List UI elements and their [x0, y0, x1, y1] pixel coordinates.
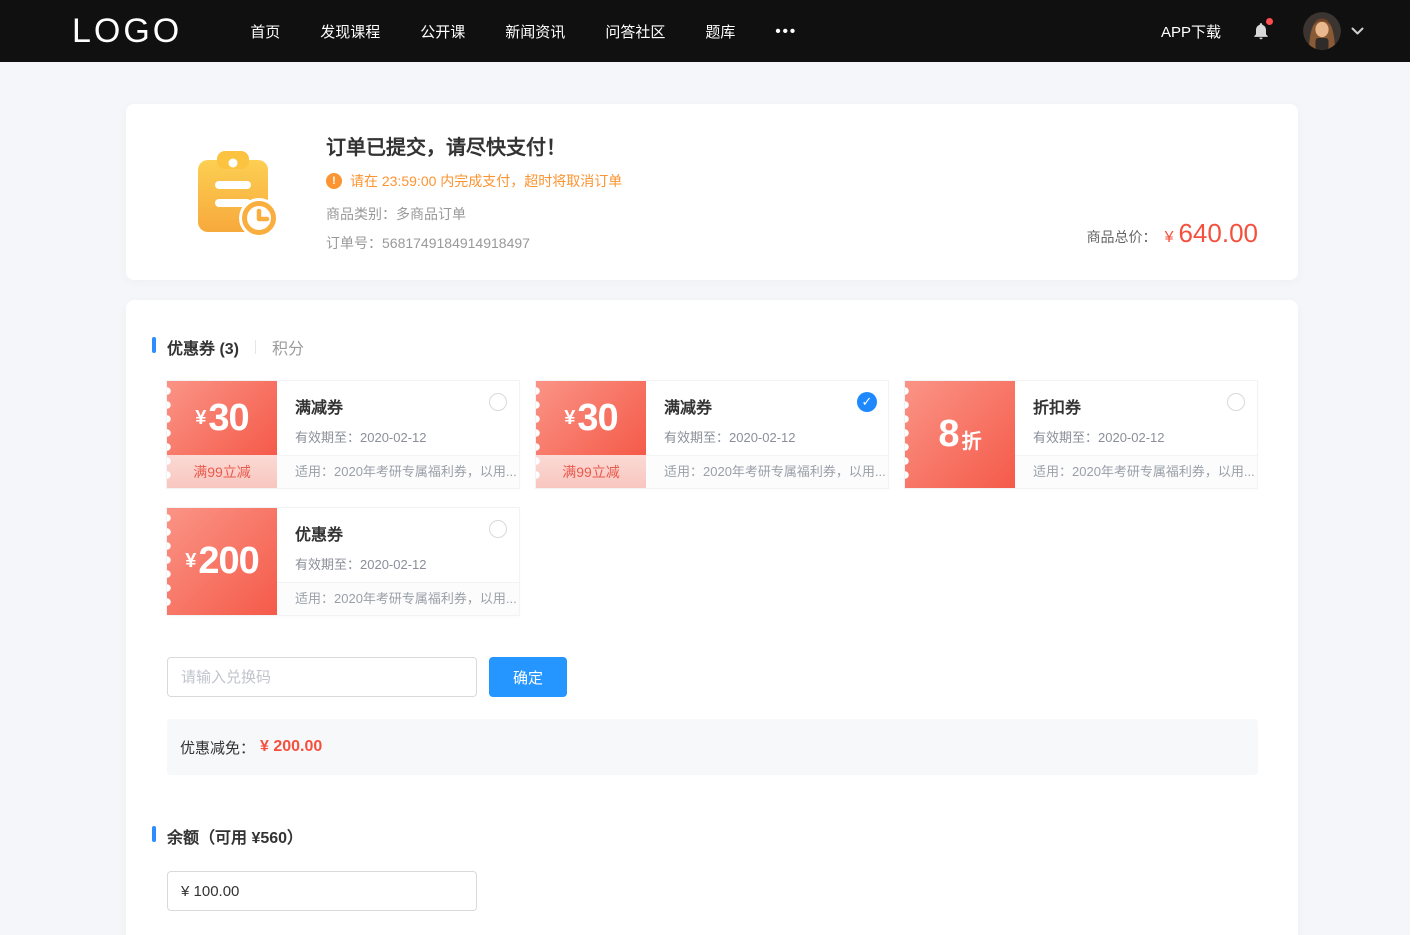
order-warning-text: 请在 23:59:00 内完成支付，超时将取消订单 [350, 171, 622, 191]
coupon-value-stub: 8 折 [905, 381, 1015, 488]
notification-bell-icon[interactable] [1251, 20, 1271, 42]
notification-badge-dot [1266, 18, 1273, 25]
order-total-label: 商品总价： [1087, 227, 1157, 247]
coupon-value-stub: ¥ 200 [167, 508, 277, 615]
coupon-scope: 适用：2020年考研专属福利券，以用... [1015, 455, 1257, 488]
order-number-value: 5681749184914918497 [382, 235, 530, 251]
nav-item-qa-community[interactable]: 问答社区 [605, 21, 665, 42]
redeem-confirm-button[interactable]: 确定 [489, 657, 567, 697]
warning-icon: ! [326, 173, 342, 189]
coupon-card[interactable]: ¥ 30 满99立减 满减券 有效期至：2020-02-12 适用：2020年考… [167, 381, 519, 488]
coupon-condition-badge: 满99立减 [167, 455, 277, 488]
coupon-scope: 适用：2020年考研专属福利券，以用... [277, 582, 519, 615]
coupon-validity: 有效期至：2020-02-12 [295, 554, 505, 573]
scrollbar-track[interactable] [1410, 0, 1424, 935]
order-info: 订单已提交，请尽快支付！ ! 请在 23:59:00 内完成支付，超时将取消订单… [326, 131, 622, 253]
nav-item-news[interactable]: 新闻资讯 [505, 21, 565, 42]
redeem-code-input[interactable] [167, 657, 477, 697]
currency-symbol: ¥ [1165, 229, 1174, 247]
redeem-code-row: 确定 [167, 657, 1258, 697]
nav-right: APP下载 [1161, 12, 1364, 50]
order-category-value: 多商品订单 [396, 206, 466, 222]
balance-amount-input[interactable] [167, 871, 477, 911]
coupon-radio[interactable] [489, 393, 507, 411]
page-content: 订单已提交，请尽快支付！ ! 请在 23:59:00 内完成支付，超时将取消订单… [126, 104, 1298, 935]
nav-item-more-icon[interactable]: ••• [775, 23, 797, 40]
balance-section-title: 余额（可用 ¥560） [167, 824, 1258, 848]
coupon-radio[interactable] [489, 520, 507, 538]
coupon-selected-check-icon[interactable]: ✓ [857, 392, 877, 412]
top-nav: LOGO 首页 发现课程 公开课 新闻资讯 问答社区 题库 ••• APP下载 [0, 0, 1424, 62]
discount-summary-bar: 优惠减免： ¥ 200.00 [167, 719, 1258, 775]
order-number-row: 订单号：5681749184914918497 [326, 233, 622, 253]
coupon-grid: ¥ 30 满99立减 满减券 有效期至：2020-02-12 适用：2020年考… [167, 381, 1258, 615]
coupon-radio[interactable] [1227, 393, 1245, 411]
nav-item-home[interactable]: 首页 [250, 21, 280, 42]
coupon-value-stub: ¥ 30 满99立减 [167, 381, 277, 488]
order-warning: ! 请在 23:59:00 内完成支付，超时将取消订单 [326, 171, 622, 191]
order-category-row: 商品类别：多商品订单 [326, 204, 622, 224]
order-title: 订单已提交，请尽快支付！ [326, 131, 622, 160]
order-total: 商品总价： ¥ 640.00 [1087, 218, 1258, 249]
nav-item-open-classes[interactable]: 公开课 [420, 21, 465, 42]
coupon-card[interactable]: ¥ 200 优惠券 有效期至：2020-02-12 适用：2020年考研专属福利… [167, 508, 519, 615]
coupon-validity: 有效期至：2020-02-12 [1033, 427, 1243, 446]
coupon-title: 满减券 [295, 394, 505, 418]
coupon-title: 优惠券 [295, 521, 505, 545]
coupon-scope: 适用：2020年考研专属福利券，以用... [277, 455, 519, 488]
coupon-title: 满减券 [664, 394, 874, 418]
coupon-title: 折扣券 [1033, 394, 1243, 418]
order-number-label: 订单号： [326, 235, 382, 251]
coupon-validity: 有效期至：2020-02-12 [295, 427, 505, 446]
tab-points[interactable]: 积分 [272, 335, 304, 359]
nav-item-question-bank[interactable]: 题库 [705, 21, 735, 42]
nav-menu: 首页 发现课程 公开课 新闻资讯 问答社区 题库 ••• [250, 21, 797, 42]
tab-coupons[interactable]: 优惠券 (3) [167, 335, 239, 359]
discount-label: 优惠减免： [180, 737, 255, 758]
tab-divider [255, 340, 256, 354]
order-category-label: 商品类别： [326, 206, 396, 222]
app-download-link[interactable]: APP下载 [1161, 21, 1221, 42]
coupon-scope: 适用：2020年考研专属福利券，以用... [646, 455, 888, 488]
order-summary-card: 订单已提交，请尽快支付！ ! 请在 23:59:00 内完成支付，超时将取消订单… [126, 104, 1298, 280]
coupon-condition-badge: 满99立减 [536, 455, 646, 488]
nav-item-discover-courses[interactable]: 发现课程 [320, 21, 380, 42]
coupon-tabs: 优惠券 (3) 积分 [167, 335, 1258, 359]
coupon-card[interactable]: ¥ 30 满99立减 满减券 有效期至：2020-02-12 适用：2020年考… [536, 381, 888, 488]
coupon-card[interactable]: 8 折 折扣券 有效期至：2020-02-12 适用：2020年考研专属福利券，… [905, 381, 1257, 488]
user-avatar[interactable] [1303, 12, 1341, 50]
coupon-value-stub: ¥ 30 满99立减 [536, 381, 646, 488]
coupon-validity: 有效期至：2020-02-12 [664, 427, 874, 446]
order-total-value: 640.00 [1178, 218, 1258, 249]
order-clipboard-clock-icon [184, 143, 282, 241]
logo[interactable]: LOGO [72, 12, 182, 51]
discount-value: ¥ 200.00 [260, 738, 322, 756]
chevron-down-icon[interactable] [1351, 27, 1364, 36]
payment-options-card: 优惠券 (3) 积分 ¥ 30 满99立减 满减券 有效期至：2020-02-1… [126, 300, 1298, 935]
